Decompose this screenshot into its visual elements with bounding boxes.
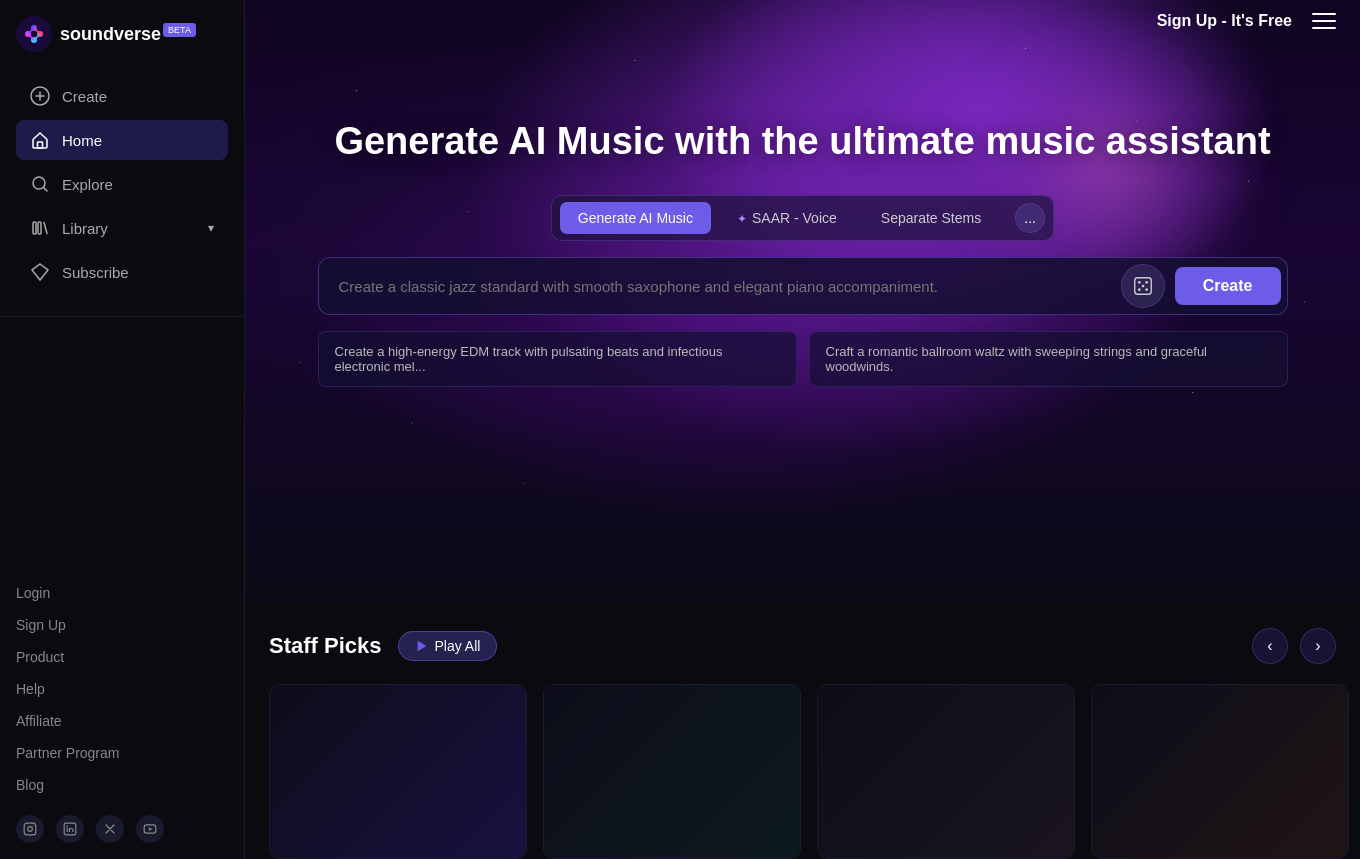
svg-marker-32 — [417, 641, 426, 652]
sidebar-item-label: Library — [62, 220, 196, 237]
sidebar-link-help[interactable]: Help — [16, 675, 228, 703]
hero-section: Generate AI Music with the ultimate musi… — [245, 0, 1360, 604]
svg-point-31 — [1141, 285, 1144, 288]
svg-point-0 — [16, 16, 52, 52]
music-card-3[interactable] — [817, 684, 1075, 859]
staff-picks-header: Staff Picks Play All ‹ › — [269, 628, 1336, 664]
hero-title: Generate AI Music with the ultimate musi… — [334, 120, 1270, 163]
sidebar: soundverseBETA Create Home — [0, 0, 245, 859]
hero-content: Generate AI Music with the ultimate musi… — [245, 0, 1360, 387]
tab-separate-stems[interactable]: Separate Stems — [863, 202, 999, 234]
carousel-prev-button[interactable]: ‹ — [1252, 628, 1288, 664]
svg-line-14 — [44, 188, 48, 192]
main-content: Sign Up - It's Free Generate AI Music wi… — [245, 0, 1360, 859]
sidebar-bottom: Login Sign Up Product Help Affiliate Par… — [0, 563, 244, 859]
staff-picks-cards — [269, 684, 1336, 859]
search-icon — [30, 174, 50, 194]
youtube-icon[interactable] — [136, 815, 164, 843]
hamburger-line — [1312, 13, 1336, 15]
social-icons-row — [16, 815, 228, 843]
suggestion-chips-row: Create a high-energy EDM track with puls… — [318, 331, 1288, 387]
sidebar-link-affiliate[interactable]: Affiliate — [16, 707, 228, 735]
staff-picks-left: Staff Picks Play All — [269, 631, 497, 661]
svg-rect-12 — [38, 142, 43, 148]
svg-point-30 — [1145, 288, 1148, 291]
suggestion-chip-waltz[interactable]: Craft a romantic ballroom waltz with swe… — [809, 331, 1288, 387]
logo-icon — [16, 16, 52, 52]
hamburger-line — [1312, 20, 1336, 22]
instagram-icon[interactable] — [16, 815, 44, 843]
svg-point-28 — [1145, 281, 1148, 284]
play-all-button[interactable]: Play All — [398, 631, 498, 661]
logo-area: soundverseBETA — [16, 16, 228, 52]
staff-picks-section: Staff Picks Play All ‹ › — [245, 604, 1360, 859]
sidebar-item-label: Subscribe — [62, 264, 214, 281]
signup-link[interactable]: Sign Up - It's Free — [1157, 12, 1292, 30]
sidebar-divider — [0, 316, 244, 317]
plus-circle-icon — [30, 86, 50, 106]
svg-rect-18 — [24, 823, 36, 835]
sidebar-link-blog[interactable]: Blog — [16, 771, 228, 799]
play-icon — [415, 639, 429, 653]
linkedin-icon[interactable] — [56, 815, 84, 843]
diamond-icon — [30, 262, 50, 282]
svg-marker-17 — [32, 264, 48, 280]
music-card-2[interactable] — [543, 684, 801, 859]
sidebar-item-subscribe[interactable]: Subscribe — [16, 252, 228, 292]
sidebar-item-create[interactable]: Create — [16, 76, 228, 116]
sidebar-item-label: Home — [62, 132, 214, 149]
svg-rect-16 — [38, 222, 41, 234]
hamburger-menu[interactable] — [1312, 13, 1336, 29]
music-card-4[interactable] — [1091, 684, 1349, 859]
sidebar-top: soundverseBETA Create Home — [0, 0, 244, 300]
svg-point-29 — [1138, 288, 1141, 291]
randomize-button[interactable] — [1121, 264, 1165, 308]
sidebar-nav: Create Home Explore Librar — [16, 76, 228, 292]
sidebar-link-login[interactable]: Login — [16, 579, 228, 607]
library-icon — [30, 218, 50, 238]
sidebar-link-product[interactable]: Product — [16, 643, 228, 671]
prompt-input[interactable] — [339, 278, 1111, 295]
music-card-1[interactable] — [269, 684, 527, 859]
chevron-down-icon: ▾ — [208, 221, 214, 235]
sidebar-item-label: Explore — [62, 176, 214, 193]
topbar: Sign Up - It's Free — [245, 0, 1360, 42]
saar-tab-icon: ✦ — [737, 212, 747, 226]
dice-icon — [1132, 275, 1154, 297]
svg-rect-15 — [33, 222, 36, 234]
tab-saar-voice[interactable]: ✦SAAR - Voice — [719, 202, 855, 234]
carousel-arrows: ‹ › — [1252, 628, 1336, 664]
svg-point-20 — [33, 825, 34, 826]
carousel-next-button[interactable]: › — [1300, 628, 1336, 664]
staff-picks-title: Staff Picks — [269, 633, 382, 659]
sidebar-link-signup[interactable]: Sign Up — [16, 611, 228, 639]
sidebar-item-label: Create — [62, 88, 214, 105]
twitter-x-icon[interactable] — [96, 815, 124, 843]
sidebar-link-partner[interactable]: Partner Program — [16, 739, 228, 767]
home-icon — [30, 130, 50, 150]
sidebar-item-library[interactable]: Library ▾ — [16, 208, 228, 248]
create-button[interactable]: Create — [1175, 267, 1281, 305]
tabs-row: Generate AI Music ✦SAAR - Voice Separate… — [551, 195, 1054, 241]
hamburger-line — [1312, 27, 1336, 29]
svg-marker-25 — [149, 827, 153, 831]
prompt-input-row: Create — [318, 257, 1288, 315]
suggestion-chip-edm[interactable]: Create a high-energy EDM track with puls… — [318, 331, 797, 387]
tabs-more-button[interactable]: ... — [1015, 203, 1045, 233]
svg-point-27 — [1138, 281, 1141, 284]
logo-text: soundverseBETA — [60, 24, 196, 45]
sidebar-item-home[interactable]: Home — [16, 120, 228, 160]
tab-generate-ai-music[interactable]: Generate AI Music — [560, 202, 711, 234]
sidebar-item-explore[interactable]: Explore — [16, 164, 228, 204]
svg-point-19 — [28, 827, 33, 832]
